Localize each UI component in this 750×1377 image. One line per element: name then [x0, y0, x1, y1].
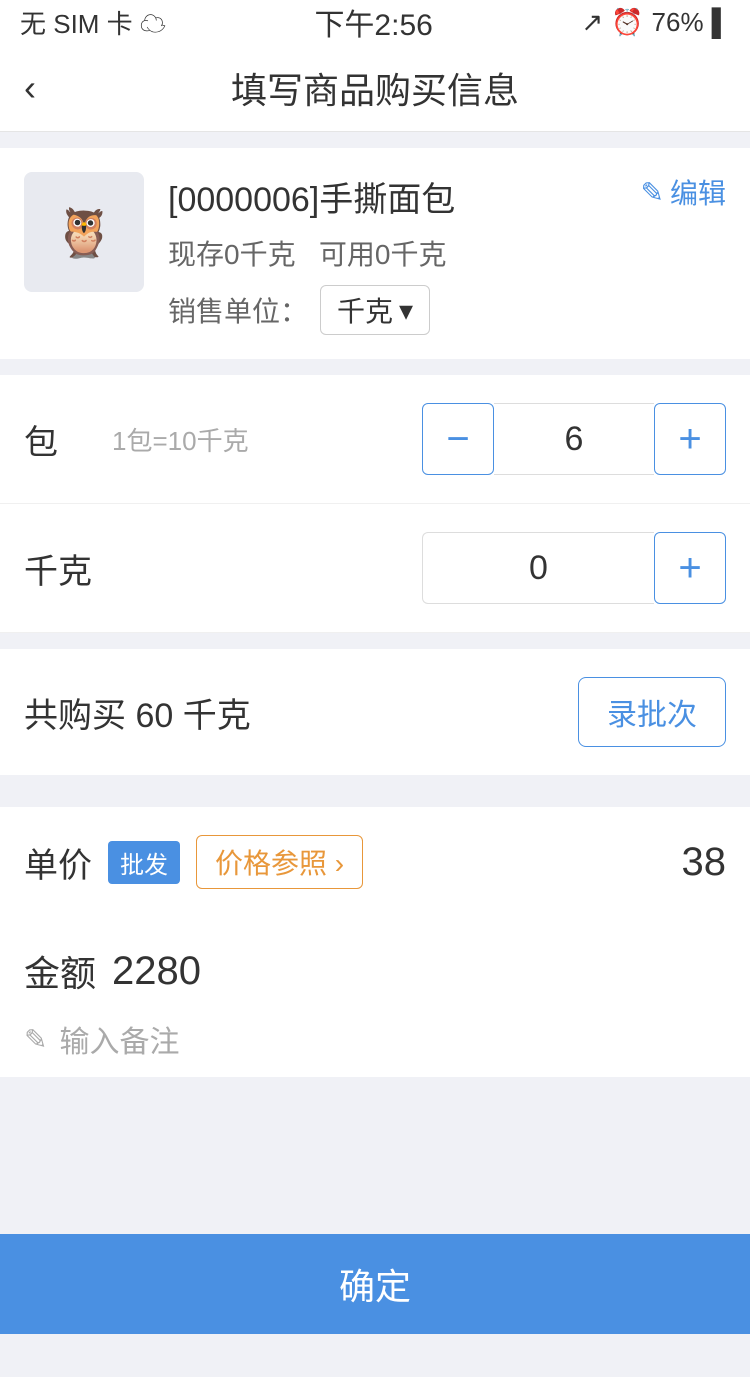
edit-label: 编辑 [670, 172, 726, 212]
price-ref-button[interactable]: 价格参照 › [196, 835, 363, 889]
status-left: 无 SIM 卡 ☁ [20, 4, 166, 41]
unit-label: 销售单位： [168, 290, 308, 330]
bao-quantity-row: 包 1包=10千克 − + [0, 375, 750, 504]
product-stock: 现存0千克 可用0千克 [168, 233, 726, 273]
dropdown-icon: ▾ [399, 294, 413, 327]
quantity-section: 包 1包=10千克 − + 千克 + [0, 375, 750, 633]
price-row: 单价 批发 价格参照 › 38 [24, 835, 726, 889]
edit-icon: ✎ [641, 176, 664, 209]
bao-quantity-input[interactable] [494, 403, 654, 475]
remark-placeholder: 输入备注 [59, 1017, 179, 1061]
remark-row[interactable]: ✎ 输入备注 [24, 1017, 726, 1061]
status-bar: 无 SIM 卡 ☁ 下午2:56 ↗ ⏰ 76% ▌ [0, 0, 750, 44]
product-unit-row: 销售单位： 千克 ▾ [168, 285, 726, 335]
amount-section: 金额 2280 ✎ 输入备注 [0, 917, 750, 1277]
price-tag: 批发 [108, 841, 180, 884]
alarm-icon: ⏰ [611, 7, 643, 38]
bao-minus-button[interactable]: − [422, 403, 494, 475]
batch-button[interactable]: 录批次 [578, 677, 726, 747]
kg-controls: + [422, 532, 726, 604]
price-value: 38 [682, 840, 727, 885]
nav-bar: ‹ 填写商品购买信息 [0, 44, 750, 132]
page-title: 填写商品购买信息 [231, 62, 519, 114]
status-right: ↗ ⏰ 76% ▌ [581, 7, 730, 38]
bao-hint: 1包=10千克 [112, 421, 422, 458]
confirm-button[interactable]: 确定 [0, 1234, 750, 1334]
kg-label: 千克 [24, 544, 104, 593]
available-value: 可用0千克 [319, 239, 447, 270]
product-card: 🦉 [0000006]手撕面包 现存0千克 可用0千克 销售单位： 千克 ▾ ✎… [0, 148, 750, 359]
kg-quantity-row: 千克 + [0, 504, 750, 633]
product-image: 🦉 [24, 172, 144, 292]
amount-label: 金额 [24, 945, 96, 997]
sim-indicator: 无 SIM 卡 ☁ [20, 4, 166, 41]
battery-indicator: 76% [652, 7, 704, 38]
remark-icon: ✎ [24, 1023, 47, 1056]
edit-button[interactable]: ✎ 编辑 [641, 172, 726, 212]
amount-card: 金额 2280 ✎ 输入备注 [0, 917, 750, 1077]
price-section: 单价 批发 价格参照 › 38 [0, 807, 750, 917]
bao-plus-button[interactable]: + [654, 403, 726, 475]
bao-label: 包 [24, 415, 104, 464]
summary-text: 共购买 60 千克 [24, 688, 251, 737]
kg-quantity-input[interactable] [422, 532, 654, 604]
unit-value: 千克 [337, 290, 393, 330]
back-button[interactable]: ‹ [24, 67, 36, 109]
location-icon: ↗ [581, 7, 603, 38]
amount-value: 2280 [112, 949, 201, 994]
product-thumbnail-icon: 🦉 [54, 204, 114, 261]
battery-icon: ▌ [712, 7, 730, 38]
section-divider [0, 775, 750, 791]
amount-row: 金额 2280 [24, 945, 726, 997]
price-label: 单价 [24, 838, 92, 887]
stock-value: 现存0千克 [168, 239, 296, 270]
bao-controls: − + [422, 403, 726, 475]
status-time: 下午2:56 [314, 0, 432, 44]
unit-select[interactable]: 千克 ▾ [320, 285, 430, 335]
summary-row: 共购买 60 千克 录批次 [0, 649, 750, 775]
kg-plus-button[interactable]: + [654, 532, 726, 604]
